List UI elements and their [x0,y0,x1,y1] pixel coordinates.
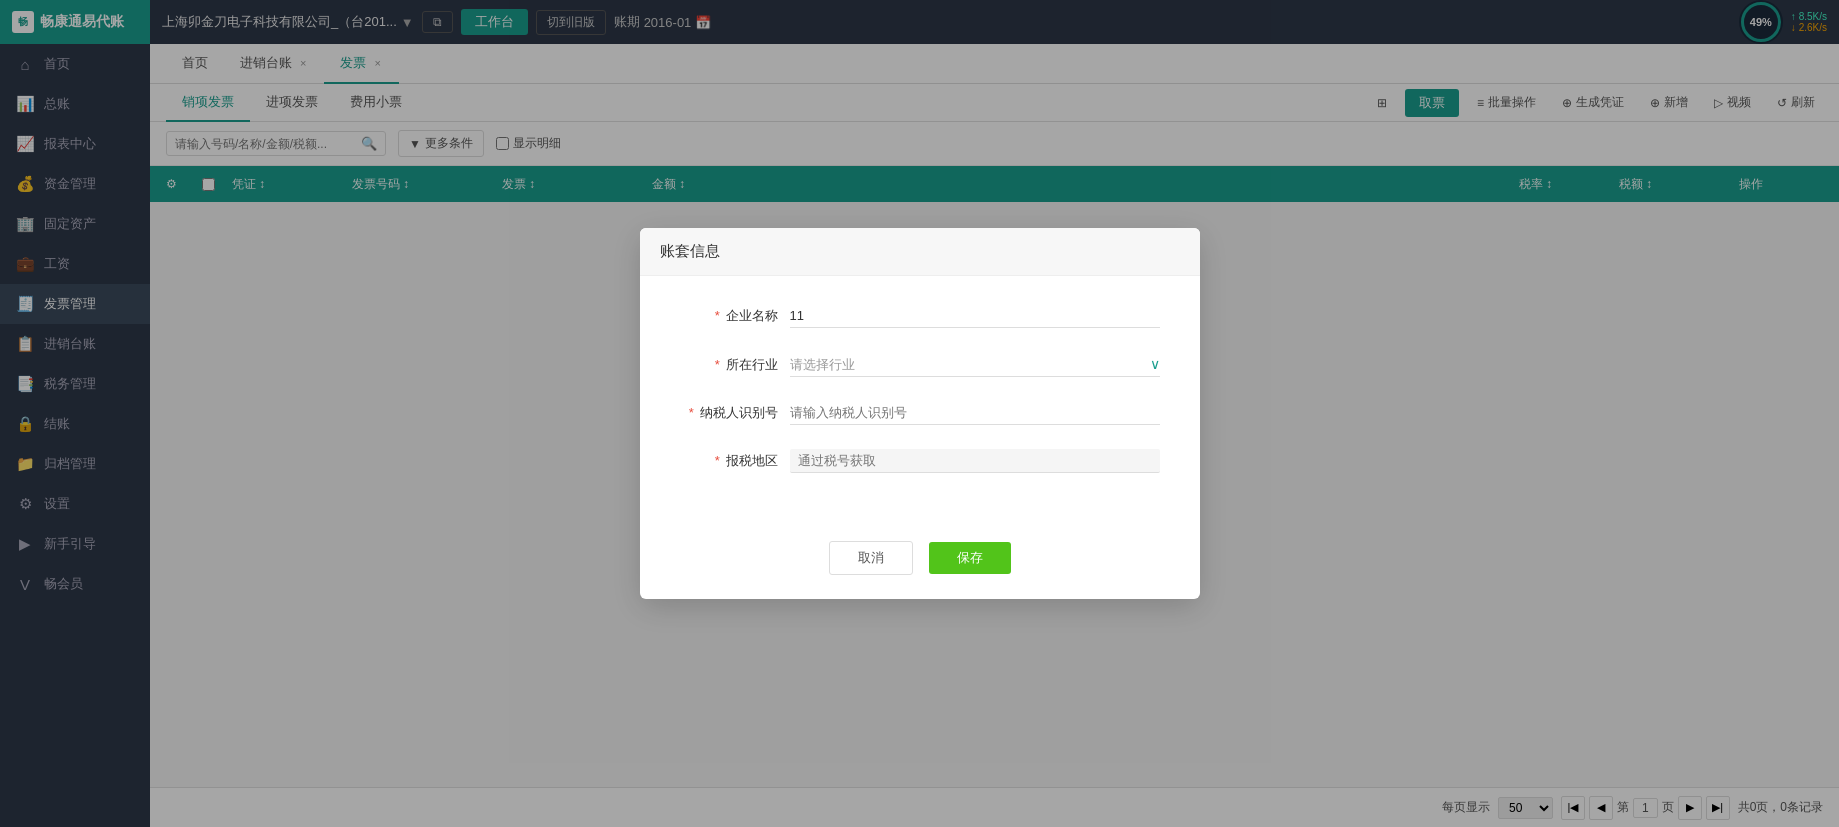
tax-id-label: * 纳税人识别号 [680,404,790,422]
industry-select-wrapper: 请选择行业 ∨ [790,352,1160,377]
save-button[interactable]: 保存 [929,542,1011,574]
industry-dropdown-arrow: ∨ [1150,356,1160,372]
modal-title: 账套信息 [660,242,720,259]
company-name-row: * 企业名称 [680,304,1160,328]
cancel-button[interactable]: 取消 [829,541,913,575]
tax-id-input[interactable] [790,401,1160,425]
modal-overlay: 账套信息 * 企业名称 * 所在行业 请选择行业 [0,0,1839,827]
company-name-required: * [715,308,720,323]
industry-label: * 所在行业 [680,356,790,374]
industry-required: * [715,357,720,372]
region-row: * 报税地区 [680,449,1160,473]
company-name-label: * 企业名称 [680,307,790,325]
company-name-input[interactable] [790,304,1160,328]
modal-header: 账套信息 [640,228,1200,276]
industry-select[interactable]: 请选择行业 [790,357,1150,372]
region-required: * [715,453,720,468]
tax-id-row: * 纳税人识别号 [680,401,1160,425]
modal-body: * 企业名称 * 所在行业 请选择行业 ∨ [640,276,1200,525]
tax-id-required: * [689,405,694,420]
account-info-modal: 账套信息 * 企业名称 * 所在行业 请选择行业 [640,228,1200,599]
modal-footer: 取消 保存 [640,525,1200,599]
industry-row: * 所在行业 请选择行业 ∨ [680,352,1160,377]
region-input [790,449,1160,473]
region-label: * 报税地区 [680,452,790,470]
